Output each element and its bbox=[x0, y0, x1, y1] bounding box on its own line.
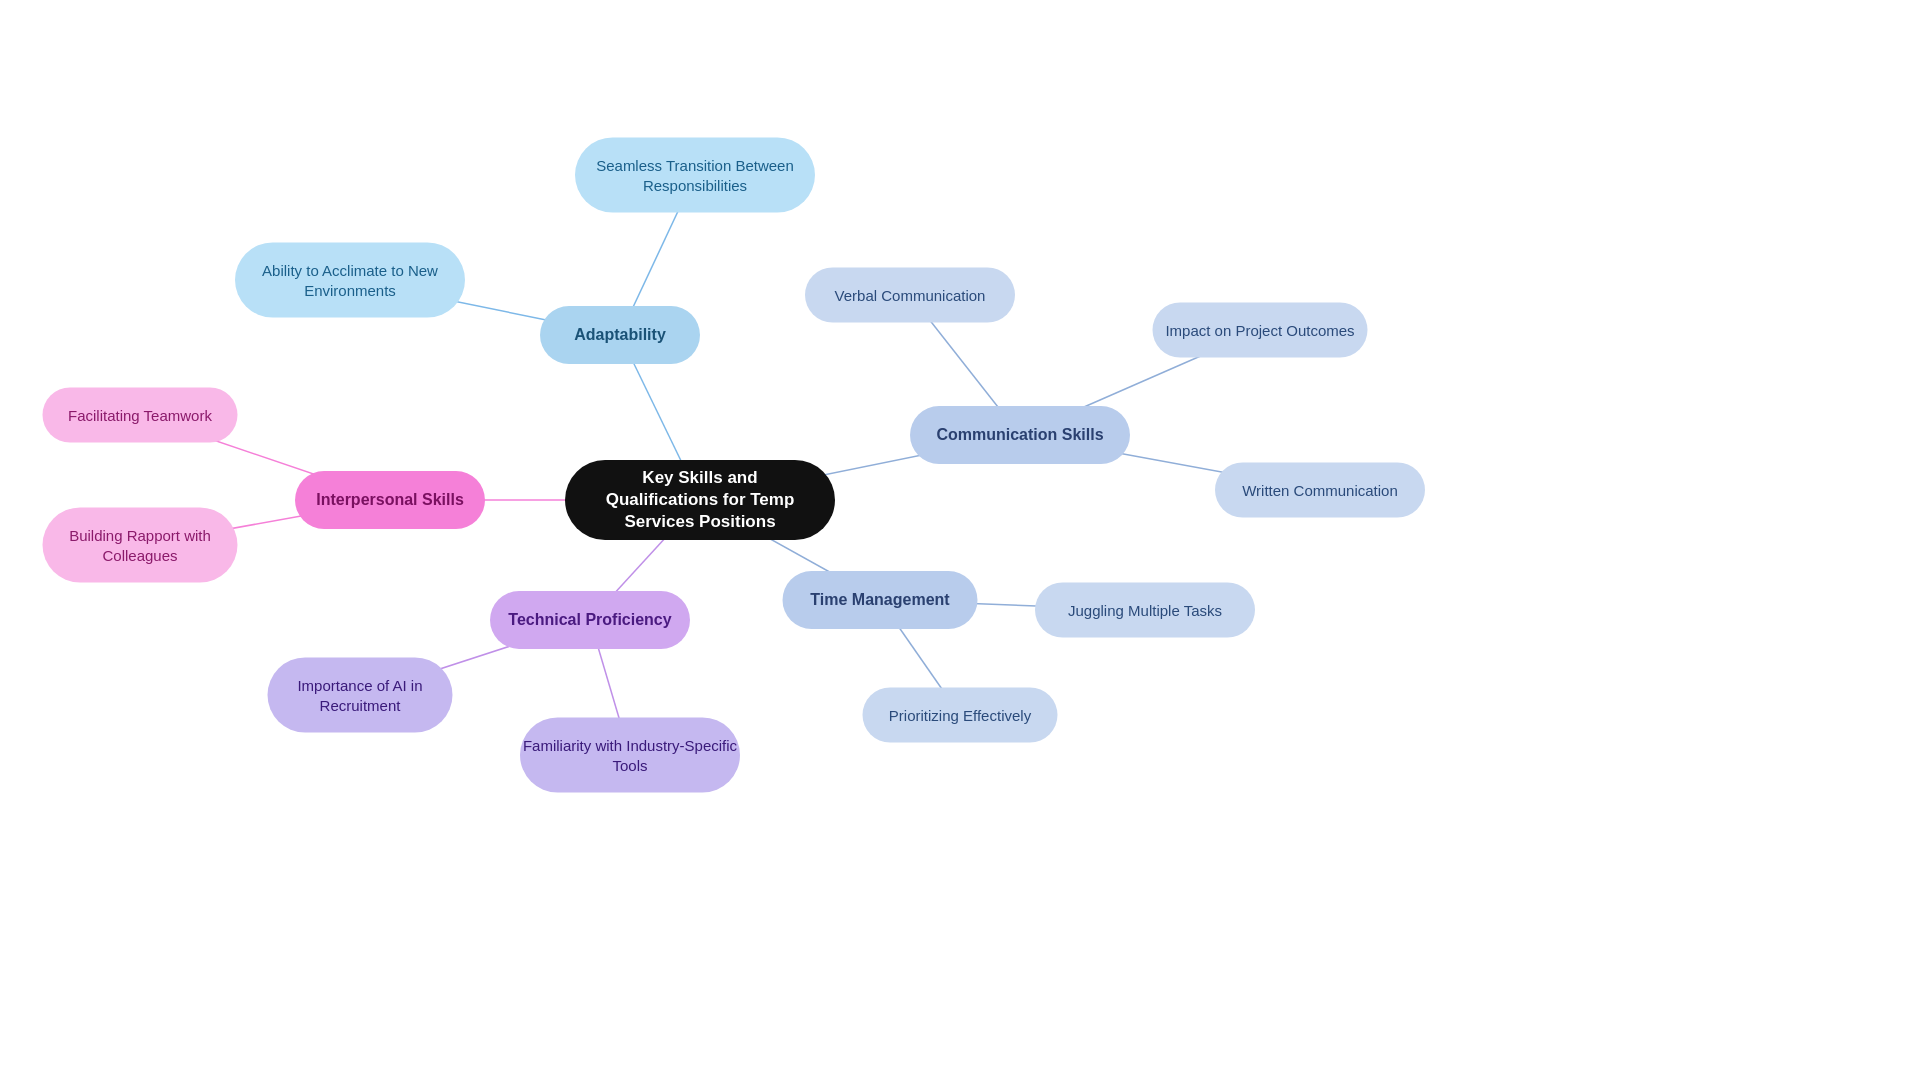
connections-svg bbox=[0, 0, 1920, 1083]
node-interpersonal: Interpersonal Skills bbox=[295, 471, 485, 529]
node-ai: Importance of AI in Recruitment bbox=[268, 658, 453, 733]
node-juggling: Juggling Multiple Tasks bbox=[1035, 583, 1255, 638]
node-impact: Impact on Project Outcomes bbox=[1153, 303, 1368, 358]
node-verbal: Verbal Communication bbox=[805, 268, 1015, 323]
node-rapport: Building Rapport with Colleagues bbox=[43, 508, 238, 583]
node-seamless: Seamless Transition Between Responsibili… bbox=[575, 138, 815, 213]
node-technical: Technical Proficiency bbox=[490, 591, 690, 649]
node-tools: Familiarity with Industry-Specific Tools bbox=[520, 718, 740, 793]
node-teamwork: Facilitating Teamwork bbox=[43, 388, 238, 443]
node-prioritizing: Prioritizing Effectively bbox=[863, 688, 1058, 743]
node-adaptability: Adaptability bbox=[540, 306, 700, 364]
node-written: Written Communication bbox=[1215, 463, 1425, 518]
node-center: Key Skills and Qualifications for Temp S… bbox=[565, 460, 835, 540]
node-acclimate: Ability to Acclimate to New Environments bbox=[235, 243, 465, 318]
node-timemanagement: Time Management bbox=[783, 571, 978, 629]
mindmap-container: Key Skills and Qualifications for Temp S… bbox=[0, 0, 1920, 1083]
node-communication: Communication Skills bbox=[910, 406, 1130, 464]
